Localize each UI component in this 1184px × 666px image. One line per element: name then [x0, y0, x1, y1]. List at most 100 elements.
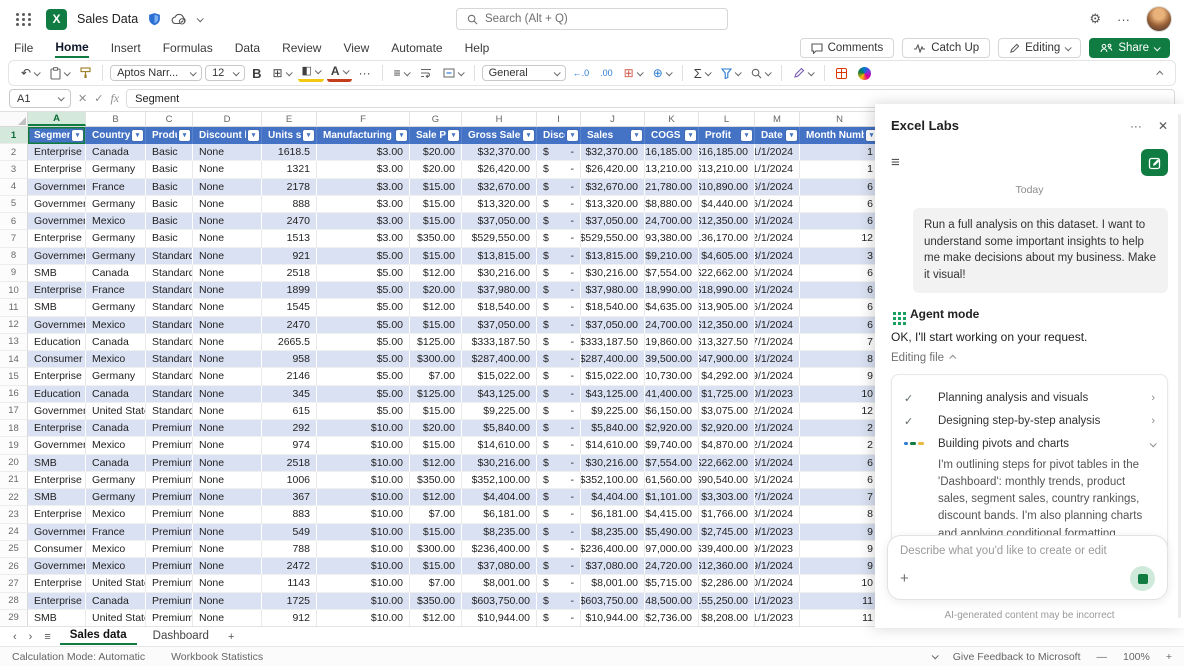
- filter-button-F[interactable]: ▾: [396, 130, 407, 141]
- cell-B2[interactable]: Canada: [86, 144, 146, 162]
- cell-J17[interactable]: $9,225.00: [581, 402, 645, 420]
- cell-F26[interactable]: $10.00: [317, 558, 410, 576]
- cell-D9[interactable]: None: [193, 264, 262, 282]
- cell-B13[interactable]: Canada: [86, 333, 146, 351]
- row-header-15[interactable]: 15: [0, 368, 28, 386]
- step-building[interactable]: Building pivots and charts: [904, 433, 1157, 455]
- cell-K24[interactable]: $5,490.00: [645, 523, 699, 541]
- cell-A26[interactable]: Government: [28, 558, 86, 576]
- cell-H15[interactable]: $15,022.00: [462, 368, 537, 386]
- cell-E21[interactable]: 1006: [262, 471, 317, 489]
- cell-F29[interactable]: $10.00: [317, 609, 410, 626]
- cell-L4[interactable]: $10,890.00: [699, 178, 755, 196]
- filter-button-M[interactable]: ▾: [786, 130, 797, 141]
- cell-D28[interactable]: None: [193, 592, 262, 610]
- cell-G4[interactable]: $15.00: [410, 178, 462, 196]
- cell-B26[interactable]: Mexico: [86, 558, 146, 576]
- cell-B27[interactable]: United States: [86, 575, 146, 593]
- format-painter-icon[interactable]: [76, 65, 95, 81]
- cell-K7[interactable]: $393,380.00: [645, 230, 699, 248]
- column-header-F[interactable]: F: [317, 112, 410, 126]
- cell-I12[interactable]: $ -: [537, 316, 581, 334]
- cell-J5[interactable]: $13,320.00: [581, 195, 645, 213]
- filter-button-B[interactable]: ▾: [132, 130, 143, 141]
- cell-D6[interactable]: None: [193, 213, 262, 231]
- new-chat-button[interactable]: [1141, 149, 1168, 176]
- cell-J15[interactable]: $15,022.00: [581, 368, 645, 386]
- cell-C3[interactable]: Basic: [146, 161, 193, 179]
- cell-K6[interactable]: $24,700.00: [645, 213, 699, 231]
- cell-K2[interactable]: $16,185.00: [645, 144, 699, 162]
- cell-M13[interactable]: 7/1/2024: [755, 333, 800, 351]
- calculation-mode-status[interactable]: Calculation Mode: Automatic: [12, 651, 145, 663]
- paste-button[interactable]: [46, 65, 73, 82]
- share-button[interactable]: Share: [1089, 38, 1170, 58]
- cell-D14[interactable]: None: [193, 351, 262, 369]
- cell-N22[interactable]: 7: [800, 489, 880, 507]
- cell-G9[interactable]: $12.00: [410, 264, 462, 282]
- cell-I19[interactable]: $ -: [537, 437, 581, 455]
- cell-A23[interactable]: Enterprise: [28, 506, 86, 524]
- title-dropdown-chevron-icon[interactable]: [196, 14, 204, 22]
- row-header-21[interactable]: 21: [0, 471, 28, 489]
- cell-E14[interactable]: 958: [262, 351, 317, 369]
- cell-M15[interactable]: 9/1/2024: [755, 368, 800, 386]
- row-header-24[interactable]: 24: [0, 523, 28, 541]
- cell-G13[interactable]: $125.00: [410, 333, 462, 351]
- row-header-29[interactable]: 29: [0, 609, 28, 626]
- cancel-icon[interactable]: ✕: [78, 92, 87, 105]
- cell-E29[interactable]: 912: [262, 609, 317, 626]
- cell-I2[interactable]: $ -: [537, 144, 581, 162]
- cell-B22[interactable]: Germany: [86, 489, 146, 507]
- cell-B17[interactable]: United States: [86, 402, 146, 420]
- cell-F12[interactable]: $5.00: [317, 316, 410, 334]
- cell-H22[interactable]: $4,404.00: [462, 489, 537, 507]
- cell-D19[interactable]: None: [193, 437, 262, 455]
- cell-E28[interactable]: 1725: [262, 592, 317, 610]
- increase-decimal-button[interactable]: ←.0: [569, 66, 594, 80]
- cell-E27[interactable]: 1143: [262, 575, 317, 593]
- cell-C9[interactable]: Standard: [146, 264, 193, 282]
- cell-D2[interactable]: None: [193, 144, 262, 162]
- cell-F25[interactable]: $10.00: [317, 540, 410, 558]
- cell-E23[interactable]: 883: [262, 506, 317, 524]
- cell-B23[interactable]: Mexico: [86, 506, 146, 524]
- cell-I6[interactable]: $ -: [537, 213, 581, 231]
- cell-D22[interactable]: None: [193, 489, 262, 507]
- cell-G11[interactable]: $12.00: [410, 299, 462, 317]
- cell-G15[interactable]: $7.00: [410, 368, 462, 386]
- search-input[interactable]: Search (Alt + Q): [456, 8, 728, 30]
- cell-N8[interactable]: 3: [800, 247, 880, 265]
- cell-D8[interactable]: None: [193, 247, 262, 265]
- decrease-decimal-button[interactable]: .00: [596, 66, 617, 80]
- filter-button-J[interactable]: ▾: [631, 130, 642, 141]
- editing-mode-button[interactable]: Editing: [998, 38, 1082, 58]
- row-header-3[interactable]: 3: [0, 161, 28, 179]
- cell-F11[interactable]: $5.00: [317, 299, 410, 317]
- cell-C11[interactable]: Standard: [146, 299, 193, 317]
- cell-N26[interactable]: 9: [800, 558, 880, 576]
- cell-H28[interactable]: $603,750.00: [462, 592, 537, 610]
- cell-L22[interactable]: $3,303.00: [699, 489, 755, 507]
- app-launcher-icon[interactable]: [12, 9, 36, 30]
- cell-M23[interactable]: 8/1/2024: [755, 506, 800, 524]
- cell-B15[interactable]: Germany: [86, 368, 146, 386]
- menu-view[interactable]: View: [343, 39, 369, 57]
- row-header-1[interactable]: 1: [0, 127, 28, 144]
- cell-H11[interactable]: $18,540.00: [462, 299, 537, 317]
- row-header-27[interactable]: 27: [0, 575, 28, 593]
- cell-F23[interactable]: $10.00: [317, 506, 410, 524]
- cell-N4[interactable]: 6: [800, 178, 880, 196]
- column-header-L[interactable]: L: [699, 112, 755, 126]
- cell-K29[interactable]: $2,736.00: [645, 609, 699, 626]
- cell-M3[interactable]: 1/1/2024: [755, 161, 800, 179]
- cell-A12[interactable]: Government: [28, 316, 86, 334]
- cell-D29[interactable]: None: [193, 609, 262, 626]
- column-header-B[interactable]: B: [86, 112, 146, 126]
- cell-L6[interactable]: $12,350.00: [699, 213, 755, 231]
- cell-G17[interactable]: $15.00: [410, 402, 462, 420]
- cell-A24[interactable]: Government: [28, 523, 86, 541]
- cell-M26[interactable]: 9/1/2024: [755, 558, 800, 576]
- cell-E17[interactable]: 615: [262, 402, 317, 420]
- cell-F13[interactable]: $5.00: [317, 333, 410, 351]
